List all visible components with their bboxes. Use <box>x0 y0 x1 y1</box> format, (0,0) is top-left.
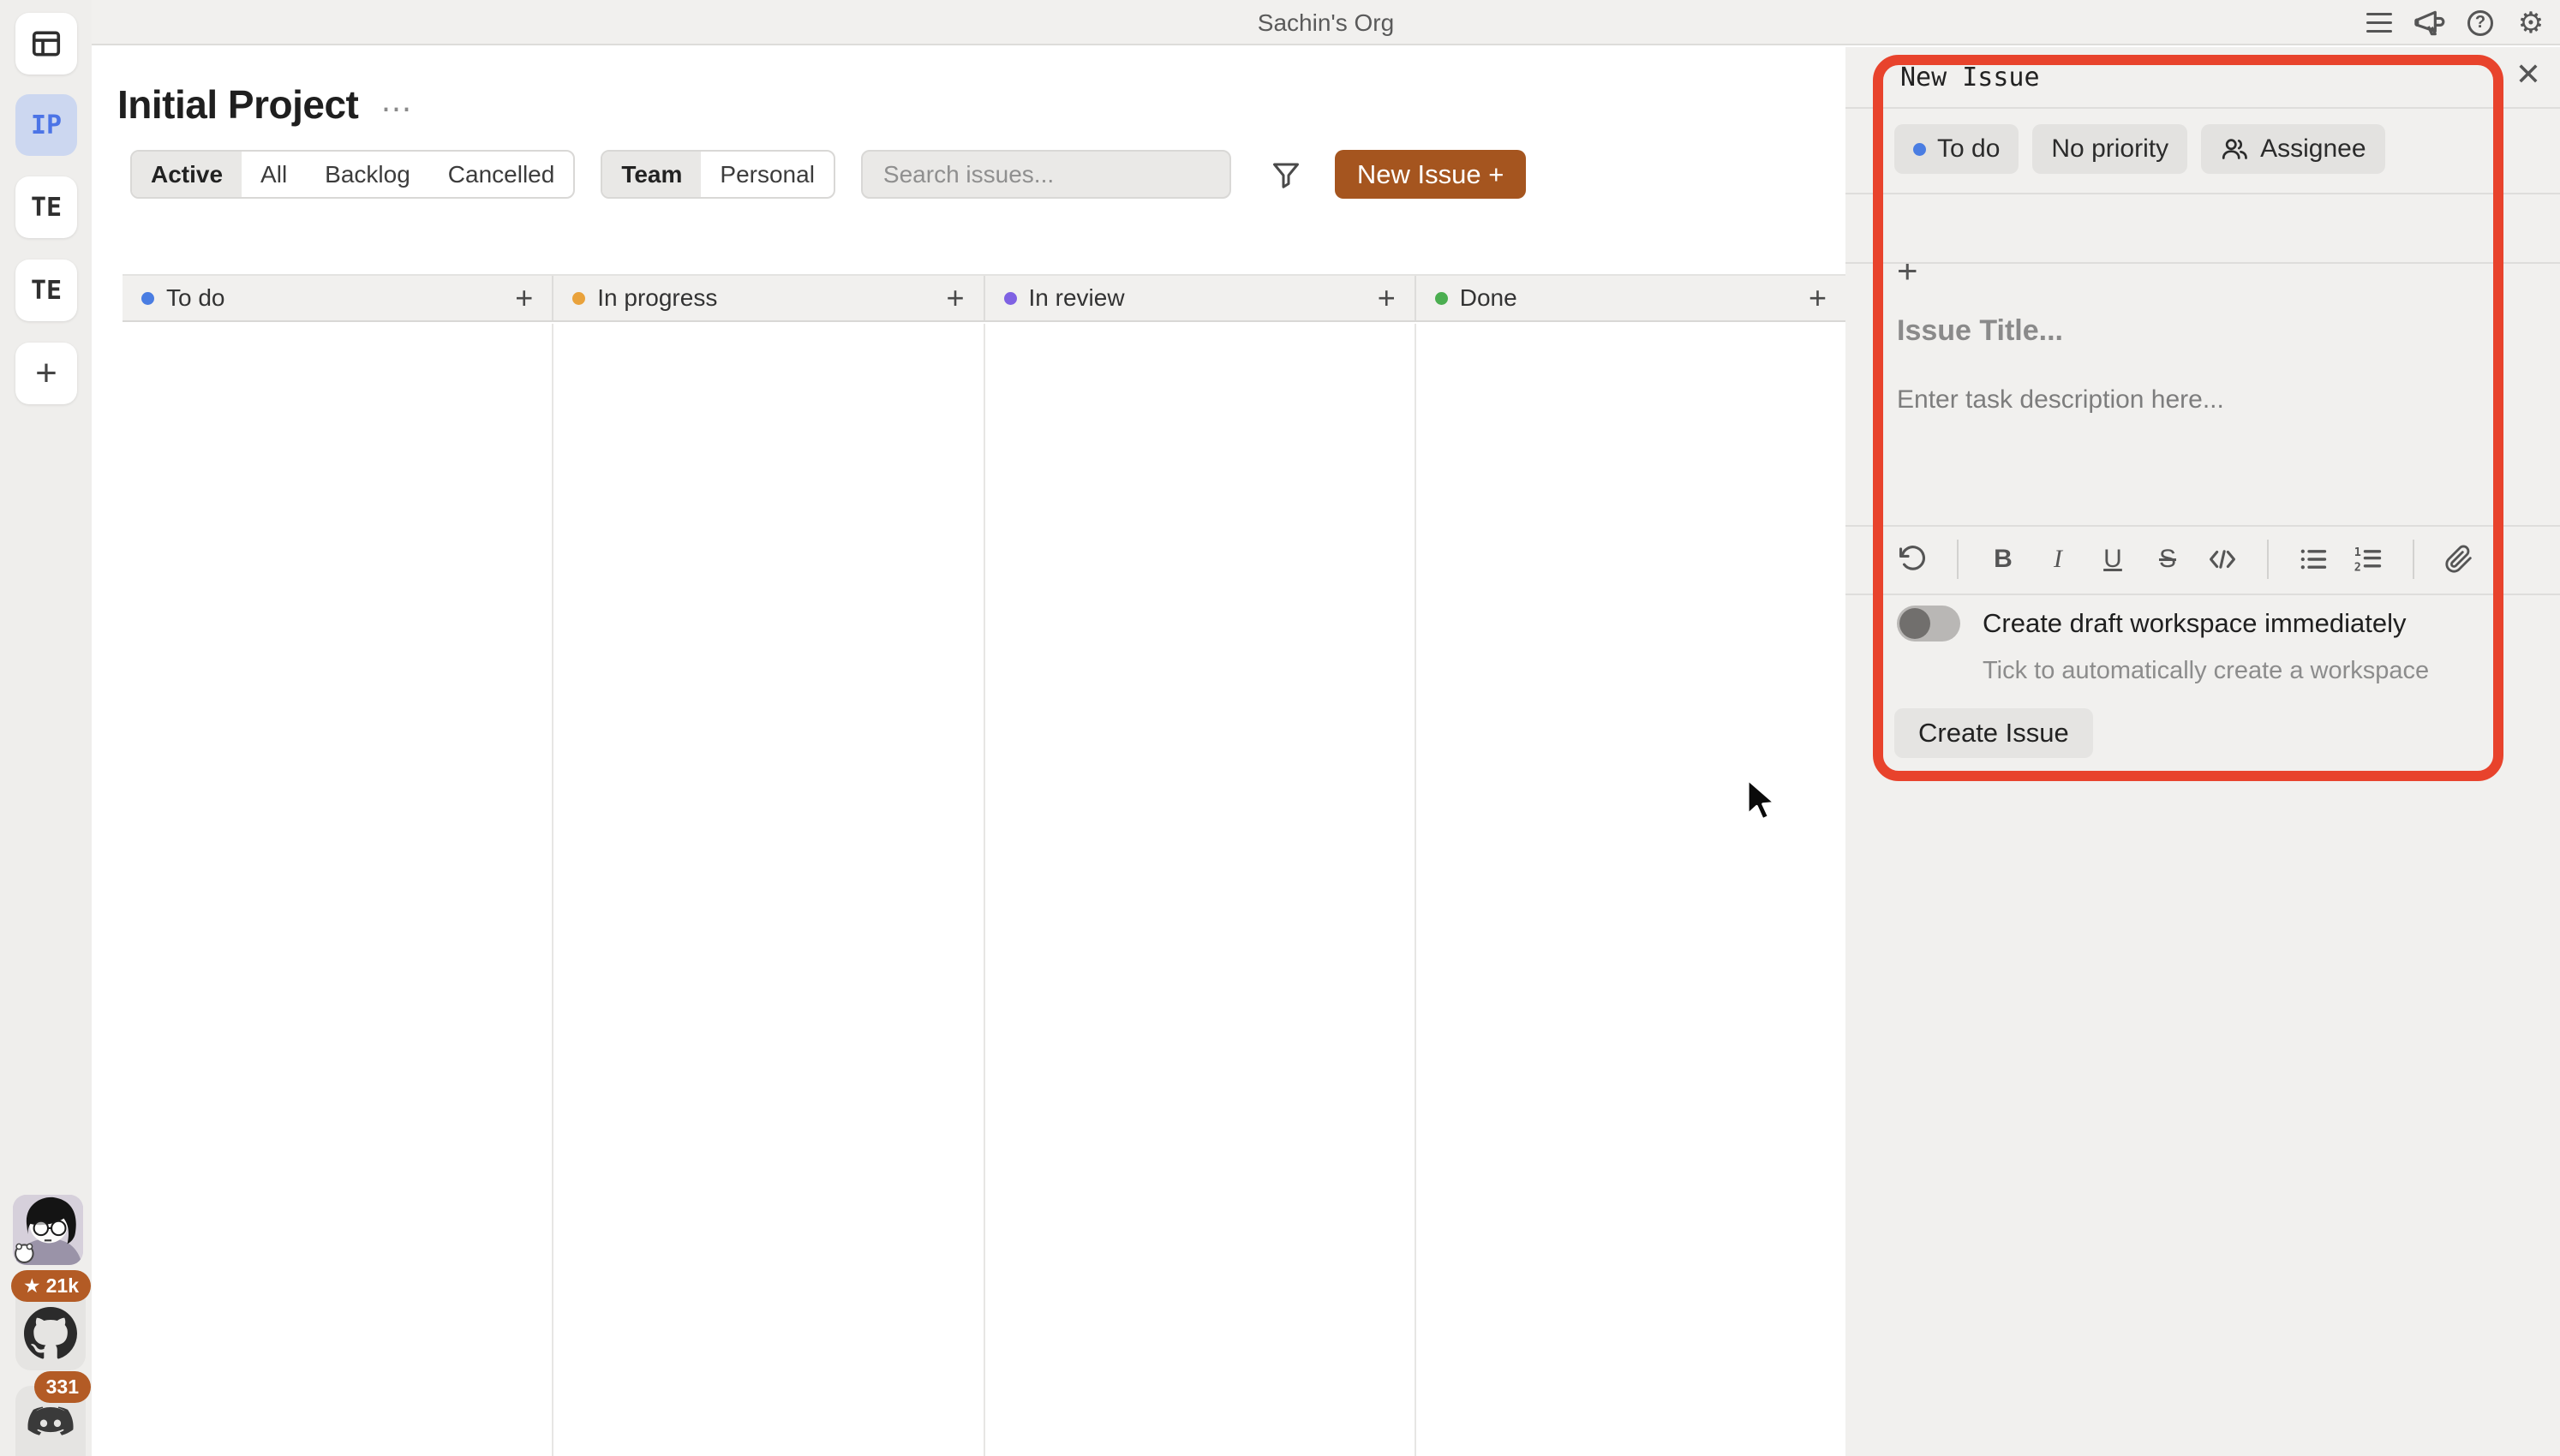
megaphone-icon <box>2413 7 2446 39</box>
filter-toolbar: Active All Backlog Cancelled Team Person… <box>130 150 1526 199</box>
issue-property-chips: To do No priority Assignee <box>1894 124 2385 174</box>
discord-link[interactable]: 331 <box>15 1386 86 1456</box>
column-done[interactable] <box>1415 324 1845 1456</box>
close-icon[interactable]: ✕ <box>2515 59 2541 90</box>
add-issue-todo-button[interactable]: + <box>515 283 533 313</box>
menu-button[interactable] <box>2364 8 2395 39</box>
undo-icon <box>1898 545 1927 574</box>
people-icon <box>2220 136 2249 162</box>
numbered-list-button[interactable]: 1 2 <box>2353 540 2384 578</box>
gear-icon: ⚙ <box>2518 9 2544 38</box>
undo-button[interactable] <box>1897 540 1928 578</box>
project-header: Initial Project ⋯ <box>117 81 411 128</box>
column-header-todo: To do + <box>123 276 552 320</box>
status-filter-group: Active All Backlog Cancelled <box>130 150 575 199</box>
github-icon <box>24 1307 77 1360</box>
in-progress-status-dot <box>572 292 585 305</box>
titlebar-icons: ? ⚙ <box>2364 0 2546 45</box>
tab-cancelled[interactable]: Cancelled <box>429 152 574 197</box>
github-link[interactable]: ★ 21k <box>15 1285 86 1370</box>
toggle-label: Create draft workspace immediately <box>1983 608 2406 639</box>
todo-status-dot <box>1913 143 1926 156</box>
sidebar-item-workspace-ip[interactable]: IP <box>15 94 77 156</box>
user-avatar[interactable] <box>13 1195 83 1265</box>
sidebar-item-dashboard[interactable] <box>15 13 77 75</box>
help-icon: ? <box>2467 10 2493 36</box>
new-issue-button[interactable]: New Issue + <box>1335 150 1526 199</box>
tab-personal[interactable]: Personal <box>701 152 834 197</box>
scope-filter-group: Team Personal <box>601 150 835 199</box>
panel-title: New Issue <box>1900 63 2040 92</box>
panel-header: New Issue ✕ <box>1845 47 2560 107</box>
sidebar-item-workspace-te-1[interactable]: TE <box>15 176 77 238</box>
code-button[interactable] <box>2207 540 2238 578</box>
bold-button[interactable]: B <box>1988 540 2019 578</box>
funnel-icon <box>1271 159 1301 190</box>
issue-description-input[interactable] <box>1897 385 2497 548</box>
add-property-button[interactable]: + <box>1897 253 1918 289</box>
help-button[interactable]: ? <box>2465 8 2496 39</box>
main-content: Initial Project ⋯ Active All Backlog Can… <box>92 47 1845 1456</box>
column-in-review[interactable] <box>984 324 1415 1456</box>
board-body <box>123 324 1845 1456</box>
layout-icon <box>30 27 63 60</box>
discord-icon <box>26 1405 75 1444</box>
create-issue-button[interactable]: Create Issue <box>1894 708 2093 758</box>
announcements-button[interactable] <box>2414 8 2445 39</box>
tab-all[interactable]: All <box>242 152 306 197</box>
app-root: IP TE TE + ★ 21k <box>0 0 2560 1456</box>
draft-workspace-toggle-row: Create draft workspace immediately <box>1897 606 2406 641</box>
toggle-help-text: Tick to automatically create a workspace <box>1983 657 2429 685</box>
sidebar: IP TE TE + ★ 21k <box>0 0 92 1456</box>
code-icon <box>2207 545 2238 574</box>
underline-button[interactable]: U <box>2097 540 2128 578</box>
add-issue-done-button[interactable]: + <box>1809 283 1827 313</box>
settings-button[interactable]: ⚙ <box>2515 8 2546 39</box>
svg-text:2: 2 <box>2354 561 2361 574</box>
in-review-status-dot <box>1004 292 1017 305</box>
numbered-list-icon: 1 2 <box>2353 545 2384 574</box>
priority-chip[interactable]: No priority <box>2032 124 2187 174</box>
column-todo[interactable] <box>123 324 552 1456</box>
todo-status-dot <box>141 292 154 305</box>
editor-toolbar: B I U S <box>1897 525 2474 594</box>
search-input[interactable] <box>861 150 1231 199</box>
titlebar: Sachin's Org ? ⚙ <box>92 0 2560 45</box>
add-issue-in-review-button[interactable]: + <box>1378 283 1396 313</box>
tab-backlog[interactable]: Backlog <box>306 152 429 197</box>
status-chip[interactable]: To do <box>1894 124 2019 174</box>
discord-count-badge: 331 <box>34 1371 91 1403</box>
column-header-in-progress: In progress + <box>552 276 983 320</box>
page-title: Initial Project <box>117 81 358 128</box>
column-in-progress[interactable] <box>552 324 983 1456</box>
draft-workspace-toggle[interactable] <box>1897 606 1960 641</box>
bullet-list-icon <box>2298 545 2329 574</box>
sidebar-item-workspace-te-2[interactable]: TE <box>15 260 77 321</box>
board-header: To do + In progress + In review + Done <box>123 274 1845 322</box>
svg-text:1: 1 <box>2354 546 2361 559</box>
done-status-dot <box>1435 292 1448 305</box>
github-stars-badge: ★ 21k <box>11 1270 91 1302</box>
bullet-list-button[interactable] <box>2298 540 2329 578</box>
issue-title-input[interactable] <box>1897 314 2497 348</box>
assignee-chip[interactable]: Assignee <box>2201 124 2384 174</box>
org-name: Sachin's Org <box>92 0 2560 45</box>
attachment-button[interactable] <box>2443 540 2474 578</box>
column-header-in-review: In review + <box>984 276 1415 320</box>
italic-button[interactable]: I <box>2043 540 2073 578</box>
star-icon: ★ <box>23 1274 41 1298</box>
hamburger-icon <box>2366 13 2392 33</box>
tab-active[interactable]: Active <box>132 152 242 197</box>
paperclip-icon <box>2444 545 2473 574</box>
add-issue-in-progress-button[interactable]: + <box>946 283 964 313</box>
strikethrough-button[interactable]: S <box>2152 540 2183 578</box>
tab-team[interactable]: Team <box>602 152 701 197</box>
new-issue-panel: New Issue ✕ To do No priority <box>1845 47 2560 1456</box>
filter-button[interactable] <box>1267 156 1305 194</box>
column-header-done: Done + <box>1415 276 1845 320</box>
add-workspace-button[interactable]: + <box>15 343 77 404</box>
toggle-knob <box>1899 608 1930 639</box>
project-menu-button[interactable]: ⋯ <box>380 85 411 124</box>
